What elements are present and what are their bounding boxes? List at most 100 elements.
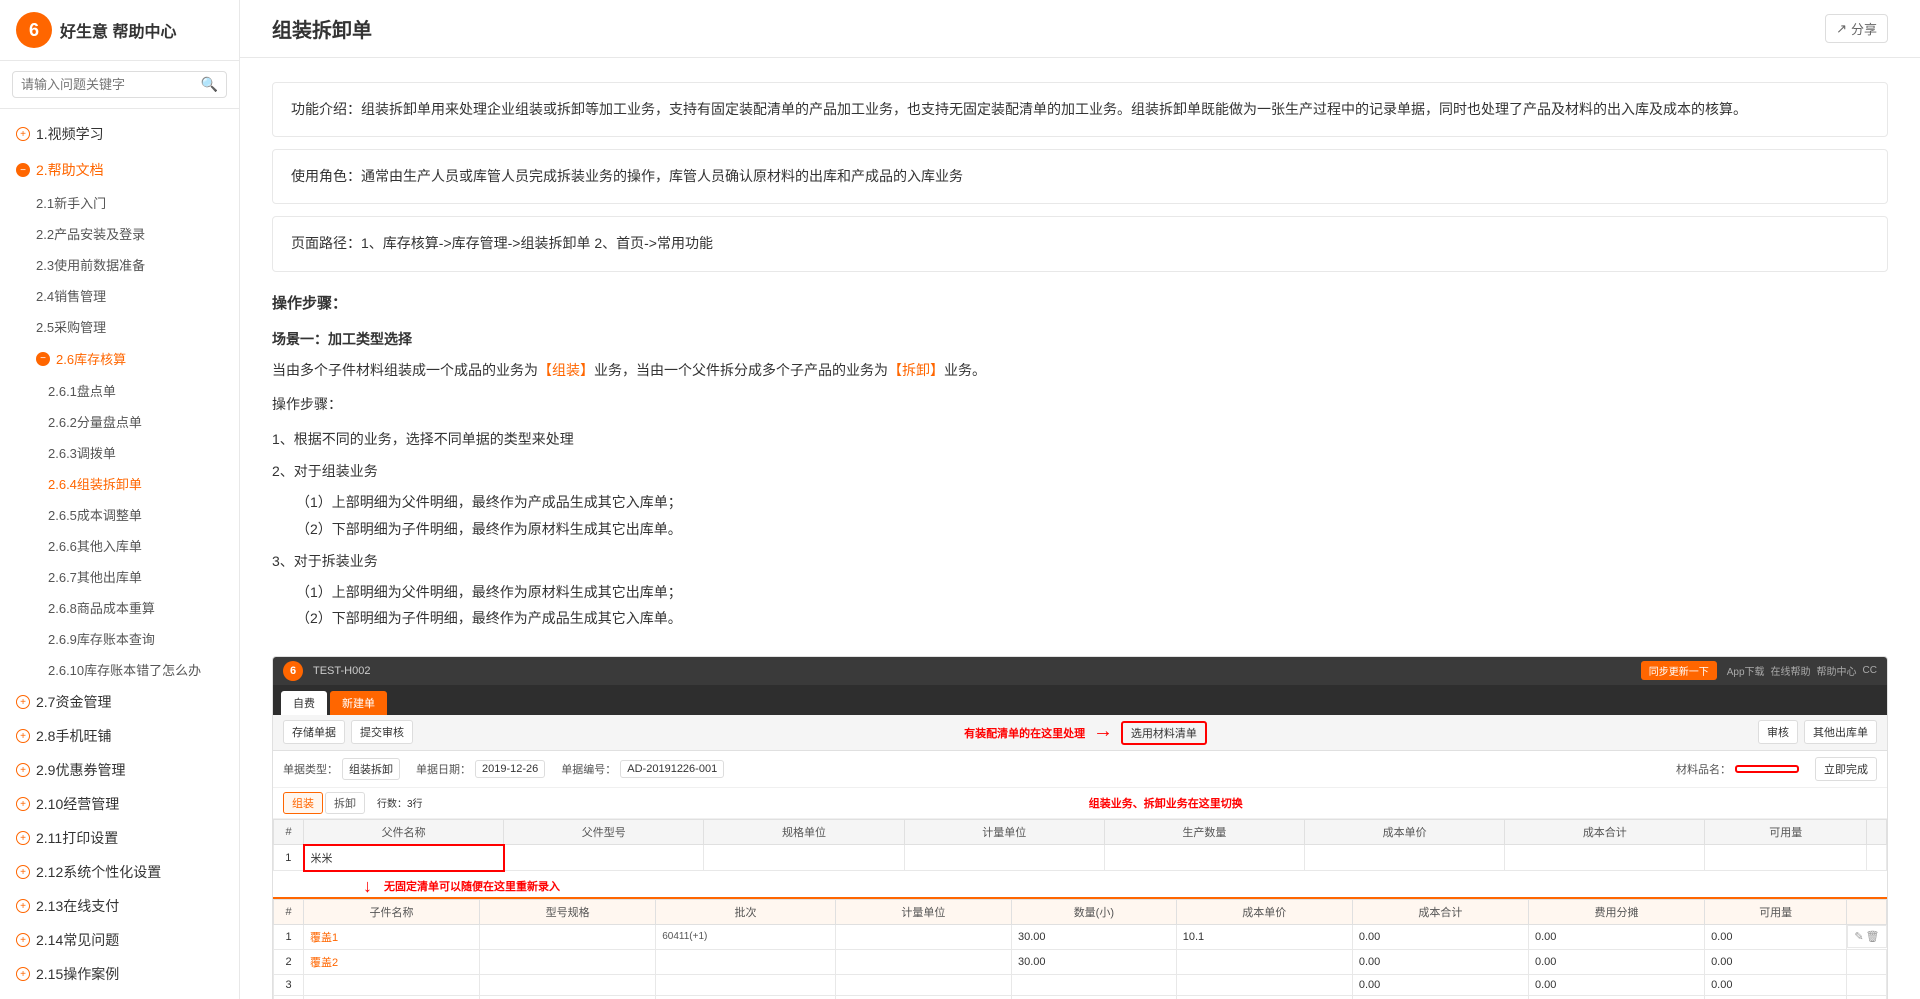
step2-2: （2）下部明细为子件明细，最终作为原材料生成其它出库单。 [296,516,1888,543]
sidebar-item-install[interactable]: 2.2产品安装及登录 [0,218,239,249]
mock-upper-th-name: 父件名称 [304,819,504,845]
step2: 2、对于组装业务 [272,458,1888,485]
search-icon[interactable]: 🔍 [201,76,218,93]
sidebar-item-label: 2.9优惠券管理 [36,760,125,780]
intro-text: 功能介绍：组装拆卸单用来处理企业组装或拆卸等加工业务，支持有固定装配清单的产品加… [291,101,1747,117]
sidebar-item-purchase[interactable]: 2.5采购管理 [0,311,239,342]
share-button[interactable]: ↗ 分享 [1825,14,1888,43]
expand-icon: + [16,831,30,845]
collapse-icon: − [16,163,30,177]
steps-section: 操作步骤： 场景一：加工类型选择 当由多个子件材料组装成一个成品的业务为【组装】… [272,284,1888,640]
collapse-sub-icon: − [36,352,50,366]
sidebar-item-label: 2.11打印设置 [36,828,118,848]
mock-row-count: 行数：3行 [377,795,423,810]
mock-form-type-value: 组装拆卸 [342,758,400,780]
sidebar-item-ledger-fix[interactable]: 2.6.10库存账本错了怎么办 [0,654,239,685]
mock-tab-new: 新建单 [330,691,387,715]
lower-cell-name: 覆盖1 [304,924,480,949]
mock-toggle-disassembly[interactable]: 拆卸 [325,792,365,814]
mock-new-btn: 同步更新一下 [1641,661,1717,680]
mock-user: CC [1863,665,1877,676]
path-block: 页面路径：1、库存核算->库存管理->组装拆卸单 2、首页->常用功能 [272,216,1888,271]
sidebar-item-label: 2.7资金管理 [36,692,111,712]
mock-upper-row-1: 1 米米 [274,845,1887,871]
sidebar-item-ledger-query[interactable]: 2.6.9库存账本查询 [0,623,239,654]
sidebar-item-beginner[interactable]: 2.1新手入门 [0,187,239,218]
mock-material-label: 材料品名： [1676,761,1731,777]
sidebar-item-payment[interactable]: + 2.13在线支付 [0,889,239,923]
sidebar-item-print[interactable]: + 2.11打印设置 [0,821,239,855]
mock-select-bom[interactable]: 选用材料清单 [1121,721,1207,745]
mock-annotation3: 组装业务、拆卸业务在这里切换 [455,795,1877,811]
sidebar-item-label: 1.视频学习 [36,124,104,144]
search-box[interactable]: 🔍 [12,71,227,98]
sidebar-item-other-in[interactable]: 2.6.6其他入库单 [0,530,239,561]
sidebar-item-label: 2.15操作案例 [36,964,119,984]
sidebar-item-transfer[interactable]: 2.6.3调拨单 [0,437,239,468]
lower-cell [656,949,836,974]
sidebar-item-personalize[interactable]: + 2.12系统个性化设置 [0,855,239,889]
expand-icon: + [16,865,30,879]
mock-other-btn[interactable]: 其他出库单 [1804,720,1877,744]
lower-row-copy[interactable]: ✎ [1854,930,1863,943]
sidebar-item-stocktake[interactable]: 2.6.1盘点单 [0,375,239,406]
sidebar-item-data[interactable]: 2.3使用前数据准备 [0,249,239,280]
sidebar-item-assembly[interactable]: 2.6.4组装拆卸单 [0,468,239,499]
mock-upper-th-qty: 生产数量 [1104,819,1304,845]
mock-confirm-btn[interactable]: 立即完成 [1815,757,1877,781]
sidebar-item-video[interactable]: + 1.视频学习 [0,117,239,151]
mock-lower-th-op [1847,899,1887,924]
step1: 1、根据不同的业务，选择不同单据的类型来处理 [272,426,1888,453]
sidebar-item-operation[interactable]: + 2.10经营管理 [0,787,239,821]
lower-cell: 30.00 [1011,924,1176,949]
mock-lower-th-name: 子件名称 [304,899,480,924]
scene1-title: 场景一：加工类型选择 [272,329,1888,349]
sidebar-item-docs[interactable]: − 2.帮助文档 [0,153,239,187]
mock-upper-th-spec: 规格单位 [704,819,904,845]
mock-lower-th-costunit: 成本单价 [1176,899,1352,924]
item-label: 2.6.7其他出库单 [48,570,142,585]
mock-form-type-label: 单据类型： [283,761,338,777]
item-label: 2.6.3调拨单 [48,446,116,461]
expand-icon: + [16,899,30,913]
mock-lower-row-2: 2 覆盖2 30.00 0.00 0.00 0.00 [274,949,1887,974]
role-text: 使用角色：通常由生产人员或库管人员完成拆装业务的操作，库管人员确认原材料的出库和… [291,168,963,184]
sidebar-item-cost-adjust[interactable]: 2.6.5成本调整单 [0,499,239,530]
mock-logo: 6 [283,661,303,681]
mock-upper-cell-num: 1 [274,845,304,871]
mock-submit-btn[interactable]: 提交审核 [351,720,413,744]
sidebar-item-other-out[interactable]: 2.6.7其他出库单 [0,561,239,592]
search-input[interactable] [21,77,201,92]
sidebar-item-cases[interactable]: + 2.15操作案例 [0,957,239,991]
main-header: 组装拆卸单 ↗ 分享 [240,0,1920,58]
lower-cell: 60411(+1) [656,924,836,949]
lower-cell: 0.00 [1352,924,1528,949]
sidebar-item-label: 2.帮助文档 [36,160,104,180]
sidebar-item-sales[interactable]: 2.4销售管理 [0,280,239,311]
sidebar-item-split-stocktake[interactable]: 2.6.2分量盘点单 [0,406,239,437]
sidebar-item-mobile[interactable]: + 2.8手机旺铺 [0,719,239,753]
mock-app-link: App下载 [1727,663,1765,678]
item-label: 2.6.6其他入库单 [48,539,142,554]
step3: 3、对于拆装业务 [272,548,1888,575]
sidebar-item-faq[interactable]: + 2.14常见问题 [0,923,239,957]
mock-save-btn[interactable]: 存储单据 [283,720,345,744]
mock-lower-row-4: 4 0.00 0.00 0.00 [274,995,1887,999]
lower-row-delete[interactable]: 🗑 [1866,930,1880,943]
sidebar-item-inventory[interactable]: − 2.6库存核算 [0,342,239,375]
mock-lower-th-avail: 可用量 [1705,899,1847,924]
sidebar-item-cost-recalc[interactable]: 2.6.8商品成本重算 [0,592,239,623]
sidebar-item-finance[interactable]: + 2.7资金管理 [0,685,239,719]
expand-icon: + [16,127,30,141]
steps-title: 操作步骤： [272,292,1888,313]
mock-toggle-assembly[interactable]: 组装 [283,792,323,814]
steps-intro: 操作步骤： [272,391,1888,418]
mock-form-date-value: 2019-12-26 [475,760,545,778]
mock-annotation5: 无固定清单可以随便在这里重新录入 [384,878,560,894]
sidebar-item-coupon[interactable]: + 2.9优惠券管理 [0,753,239,787]
lower-cell: 0.00 [1352,949,1528,974]
mock-lower-th-alloc: 费用分摊 [1528,899,1704,924]
mock-audit-btn[interactable]: 审核 [1758,720,1798,744]
mock-upper-cell-name: 米米 [304,845,504,871]
item-label: 2.6.2分量盘点单 [48,415,142,430]
